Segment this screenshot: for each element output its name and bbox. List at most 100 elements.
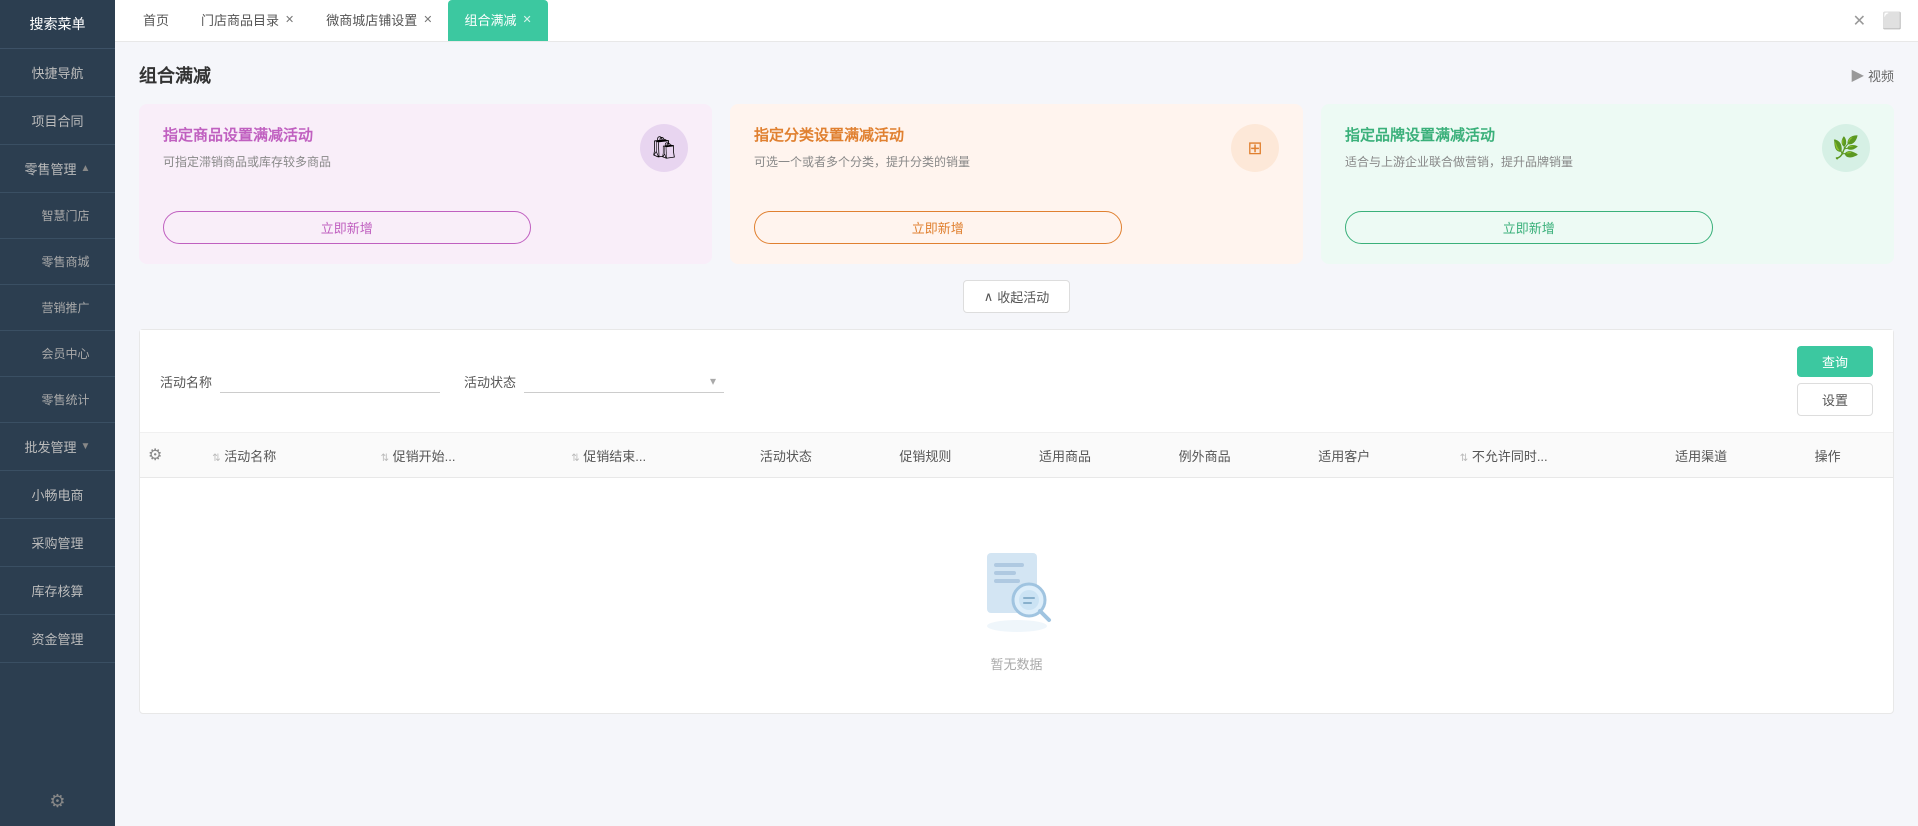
col-excluded-goods: 例外商品 xyxy=(1171,433,1311,478)
page-content: 组合满减 ▶ 视频 🛍 指定商品设置满减活动 可指定滞销商品或库存较多商品 立即… xyxy=(115,42,1918,826)
sidebar-item-retail-mall[interactable]: 零售商城 xyxy=(0,239,115,285)
query-btn[interactable]: 查询 xyxy=(1797,346,1873,377)
tab-label: 首页 xyxy=(143,10,169,29)
restore-window-btn[interactable]: ⬜ xyxy=(1878,7,1906,35)
sidebar-settings-btn[interactable]: ⚙ xyxy=(0,777,115,826)
sidebar-item-quick-nav[interactable]: 快捷导航 xyxy=(0,49,115,97)
col-settings[interactable]: ⚙ xyxy=(140,433,202,478)
chevron-down-icon: ▾ xyxy=(710,374,716,388)
col-activity-status: 活动状态 xyxy=(752,433,892,478)
sidebar-item-label: 零售统计 xyxy=(41,391,89,408)
tab-wechat-settings[interactable]: 微商城店铺设置 ✕ xyxy=(310,0,448,41)
col-label: 促销规则 xyxy=(899,449,951,464)
col-label: 活动状态 xyxy=(760,449,812,464)
sidebar-search[interactable]: 搜索菜单 xyxy=(0,0,115,49)
chevron-up-icon: ▲ xyxy=(81,163,91,174)
data-table: ⚙ ⇅ 活动名称 ⇅ 促销开始... ⇅ 促销结束... xyxy=(140,433,1893,478)
col-activity-name: ⇅ 活动名称 xyxy=(202,433,370,478)
sidebar-item-finance-mgmt[interactable]: 资金管理 xyxy=(0,615,115,663)
col-operations: 操作 xyxy=(1807,433,1893,478)
product-card-add-btn[interactable]: 立即新增 xyxy=(163,211,531,244)
gear-icon[interactable]: ⚙ xyxy=(148,447,162,464)
sidebar-item-smart-store[interactable]: 智慧门店 xyxy=(0,193,115,239)
sidebar-item-project-contract[interactable]: 项目合同 xyxy=(0,97,115,145)
col-promo-rule: 促销规则 xyxy=(891,433,1031,478)
promo-card-brand: 🌿 指定品牌设置满减活动 适合与上游企业联合做营销，提升品牌销量 立即新增 xyxy=(1321,104,1894,264)
sidebar-item-wholesale-mgmt[interactable]: 批发管理 ▼ xyxy=(0,423,115,471)
sort-icon[interactable]: ⇅ xyxy=(212,453,220,464)
sidebar-item-label: 零售管理 xyxy=(25,159,77,178)
sidebar-item-retail-stats[interactable]: 零售统计 xyxy=(0,377,115,423)
sidebar-item-marketing[interactable]: 营销推广 xyxy=(0,285,115,331)
activity-status-select[interactable]: ▾ xyxy=(524,370,724,393)
col-applicable-customers: 适用客户 xyxy=(1310,433,1450,478)
sidebar: 搜索菜单 快捷导航 项目合同 零售管理 ▲ 智慧门店 零售商城 营销推广 会员中… xyxy=(0,0,115,826)
sidebar-item-member-center[interactable]: 会员中心 xyxy=(0,331,115,377)
col-label: 促销结束... xyxy=(583,449,646,464)
sidebar-item-label: 采购管理 xyxy=(31,533,83,552)
empty-state: 暂无数据 xyxy=(140,478,1893,713)
tab-combo-discount[interactable]: 组合满减 ✕ xyxy=(448,0,547,41)
video-link[interactable]: ▶ 视频 xyxy=(1852,65,1894,85)
tab-close-icon[interactable]: ✕ xyxy=(285,13,294,26)
page-title: 组合满减 xyxy=(139,62,211,88)
brand-card-title: 指定品牌设置满减活动 xyxy=(1345,124,1870,145)
close-window-btn[interactable]: ✕ xyxy=(1849,7,1870,35)
col-promo-start: ⇅ 促销开始... xyxy=(371,433,562,478)
tab-close-icon[interactable]: ✕ xyxy=(523,13,532,26)
sidebar-item-small-ecom[interactable]: 小畅电商 xyxy=(0,471,115,519)
sidebar-item-inventory[interactable]: 库存核算 xyxy=(0,567,115,615)
promo-card-category: ⊞ 指定分类设置满减活动 可选一个或者多个分类，提升分类的销量 立即新增 xyxy=(730,104,1303,264)
category-card-icon: ⊞ xyxy=(1231,124,1279,172)
video-link-label: 视频 xyxy=(1868,66,1894,85)
product-card-title: 指定商品设置满减活动 xyxy=(163,124,688,145)
sidebar-item-label: 项目合同 xyxy=(31,111,83,130)
col-label: 不允许同时... xyxy=(1472,449,1548,464)
brand-card-add-btn[interactable]: 立即新增 xyxy=(1345,211,1713,244)
activity-status-field: 活动状态 ▾ xyxy=(464,370,724,393)
sidebar-item-retail-mgmt[interactable]: 零售管理 ▲ xyxy=(0,145,115,193)
col-label: 适用渠道 xyxy=(1675,449,1727,464)
sidebar-item-purchase-mgmt[interactable]: 采购管理 xyxy=(0,519,115,567)
product-card-icon: 🛍 xyxy=(640,124,688,172)
tabbar-actions: ✕ ⬜ xyxy=(1849,7,1906,35)
tab-label: 门店商品目录 xyxy=(201,10,279,29)
sidebar-item-label: 批发管理 xyxy=(25,437,77,456)
page-header: 组合满减 ▶ 视频 xyxy=(139,62,1894,88)
brand-card-icon: 🌿 xyxy=(1822,124,1870,172)
sort-icon[interactable]: ⇅ xyxy=(571,453,579,464)
sidebar-item-label: 营销推广 xyxy=(41,299,89,316)
search-actions: 查询 设置 xyxy=(1797,346,1873,416)
activity-name-input[interactable] xyxy=(220,369,440,393)
tabbar: 首页 门店商品目录 ✕ 微商城店铺设置 ✕ 组合满减 ✕ ✕ ⬜ xyxy=(115,0,1918,42)
promo-card-product: 🛍 指定商品设置满减活动 可指定滞销商品或库存较多商品 立即新增 xyxy=(139,104,712,264)
chevron-up-icon: ∧ xyxy=(984,289,994,305)
tab-store-catalog[interactable]: 门店商品目录 ✕ xyxy=(185,0,310,41)
main-content: 首页 门店商品目录 ✕ 微商城店铺设置 ✕ 组合满减 ✕ ✕ ⬜ 组合满减 ▶ … xyxy=(115,0,1918,826)
play-icon: ▶ xyxy=(1852,65,1864,85)
activity-name-field: 活动名称 xyxy=(160,369,440,393)
brand-card-desc: 适合与上游企业联合做营销，提升品牌销量 xyxy=(1345,153,1713,172)
sort-icon[interactable]: ⇅ xyxy=(1460,453,1468,464)
tab-home[interactable]: 首页 xyxy=(127,0,185,41)
category-card-add-btn[interactable]: 立即新增 xyxy=(754,211,1122,244)
collapse-activity-btn[interactable]: ∧ 收起活动 xyxy=(963,280,1071,313)
category-card-title: 指定分类设置满减活动 xyxy=(754,124,1279,145)
sidebar-item-label: 库存核算 xyxy=(31,581,83,600)
sidebar-item-label: 资金管理 xyxy=(31,629,83,648)
sort-icon[interactable]: ⇅ xyxy=(381,453,389,464)
search-row: 活动名称 活动状态 ▾ 查询 设置 xyxy=(140,330,1893,433)
activity-status-label: 活动状态 xyxy=(464,372,516,391)
sidebar-item-label: 小畅电商 xyxy=(31,485,83,504)
col-not-allow-same-time: ⇅ 不允许同时... xyxy=(1450,433,1667,478)
col-label: 活动名称 xyxy=(224,449,276,464)
col-label: 例外商品 xyxy=(1179,449,1231,464)
col-label: 操作 xyxy=(1815,449,1841,464)
tab-label: 组合满减 xyxy=(464,10,516,29)
col-promo-end: ⇅ 促销结束... xyxy=(561,433,752,478)
col-label: 适用商品 xyxy=(1039,449,1091,464)
tab-close-icon[interactable]: ✕ xyxy=(423,13,432,26)
tab-label: 微商城店铺设置 xyxy=(326,10,417,29)
settings-btn[interactable]: 设置 xyxy=(1797,383,1873,416)
collapse-label: 收起活动 xyxy=(997,287,1049,306)
